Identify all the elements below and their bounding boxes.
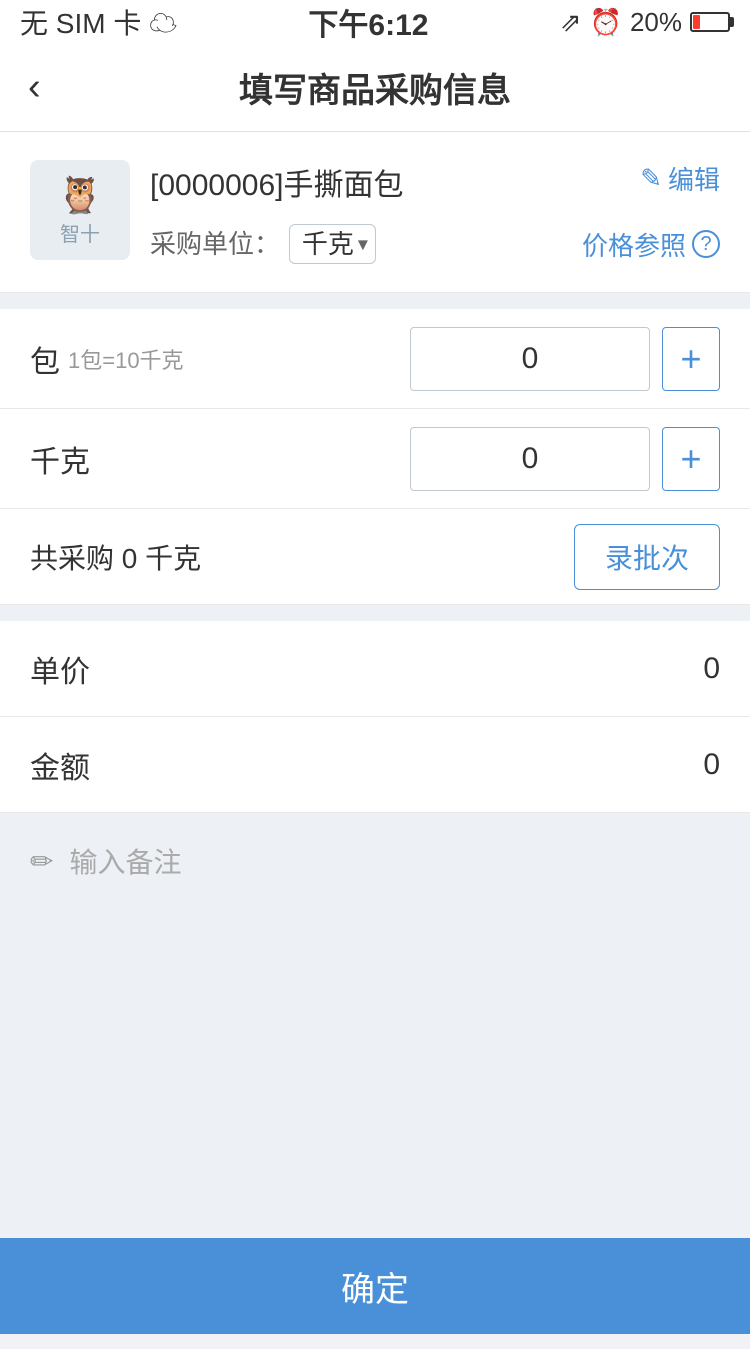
battery-icon bbox=[690, 12, 730, 32]
unit-select[interactable]: 千克 包 bbox=[289, 224, 376, 264]
amount-row: 金额 0 bbox=[0, 717, 750, 813]
batch-button[interactable]: 录批次 bbox=[574, 524, 720, 590]
edit-label: 编辑 bbox=[668, 160, 720, 197]
kg-plus-button[interactable]: + bbox=[662, 427, 720, 491]
status-right: ⇗ ⏰ 20% bbox=[560, 7, 730, 38]
product-header: [0000006]手撕面包 ✎ 编辑 bbox=[150, 160, 720, 204]
section-divider-1 bbox=[0, 293, 750, 309]
remark-section[interactable]: ✏ 输入备注 bbox=[0, 813, 750, 913]
info-section: 单价 0 金额 0 bbox=[0, 621, 750, 813]
bag-label: 包 bbox=[30, 337, 60, 381]
product-thumb-icon: 🦉 bbox=[58, 174, 103, 216]
remark-placeholder: 输入备注 bbox=[69, 841, 181, 881]
unit-select-wrapper[interactable]: 千克 包 bbox=[289, 224, 376, 264]
status-time: 下午6:12 bbox=[308, 0, 428, 44]
bag-input-row: 包 1包=10千克 + bbox=[0, 309, 750, 409]
price-ref-label: 价格参照 bbox=[582, 226, 686, 263]
edit-icon: ✎ bbox=[640, 163, 662, 194]
unit-price-value: 0 bbox=[703, 652, 720, 686]
kg-input[interactable] bbox=[410, 427, 650, 491]
edit-button[interactable]: ✎ 编辑 bbox=[640, 160, 720, 197]
page-title: 填写商品采购信息 bbox=[239, 63, 511, 112]
battery-percent: 20% bbox=[630, 7, 682, 38]
kg-input-row: 千克 + bbox=[0, 409, 750, 509]
confirm-button-label: 确定 bbox=[341, 1262, 409, 1311]
input-section: 包 1包=10千克 + 千克 + 共采购 0 千克 录批次 bbox=[0, 309, 750, 605]
no-sim-label: 无 SIM 卡 ☁ bbox=[20, 2, 177, 42]
confirm-button[interactable]: 确定 bbox=[0, 1238, 750, 1334]
location-icon: ⇗ bbox=[560, 7, 582, 38]
amount-value: 0 bbox=[703, 748, 720, 782]
back-button[interactable]: ‹ bbox=[28, 66, 41, 109]
bag-input[interactable] bbox=[410, 327, 650, 391]
status-bar: 无 SIM 卡 ☁ 下午6:12 ⇗ ⏰ 20% bbox=[0, 0, 750, 44]
status-left: 无 SIM 卡 ☁ bbox=[20, 2, 177, 42]
price-ref-button[interactable]: 价格参照 ? bbox=[582, 226, 720, 263]
kg-input-wrapper: + bbox=[90, 427, 720, 491]
product-info: [0000006]手撕面包 ✎ 编辑 采购单位： 千克 包 价格参照 ? bbox=[150, 160, 720, 264]
content-body bbox=[0, 913, 750, 1253]
pencil-icon: ✏ bbox=[30, 845, 53, 878]
product-thumbnail: 🦉 智十 bbox=[30, 160, 130, 260]
unit-price-row: 单价 0 bbox=[0, 621, 750, 717]
bag-input-wrapper: + bbox=[184, 327, 720, 391]
alarm-icon: ⏰ bbox=[590, 7, 622, 38]
unit-row-left: 采购单位： 千克 包 bbox=[150, 224, 376, 264]
unit-price-label: 单价 bbox=[30, 647, 90, 691]
amount-label: 金额 bbox=[30, 743, 90, 787]
product-name: [0000006]手撕面包 bbox=[150, 160, 403, 204]
price-ref-help-icon: ? bbox=[692, 230, 720, 258]
bag-plus-button[interactable]: + bbox=[662, 327, 720, 391]
summary-text: 共采购 0 千克 bbox=[30, 537, 201, 577]
summary-row: 共采购 0 千克 录批次 bbox=[0, 509, 750, 605]
unit-label: 采购单位： bbox=[150, 229, 280, 259]
kg-label: 千克 bbox=[30, 437, 90, 481]
product-card: 🦉 智十 [0000006]手撕面包 ✎ 编辑 采购单位： 千克 包 价格 bbox=[0, 132, 750, 293]
product-thumb-subtext: 智十 bbox=[60, 218, 100, 247]
section-divider-2 bbox=[0, 605, 750, 621]
bag-sublabel: 1包=10千克 bbox=[68, 343, 184, 375]
nav-bar: ‹ 填写商品采购信息 bbox=[0, 44, 750, 132]
product-unit-row: 采购单位： 千克 包 价格参照 ? bbox=[150, 224, 720, 264]
